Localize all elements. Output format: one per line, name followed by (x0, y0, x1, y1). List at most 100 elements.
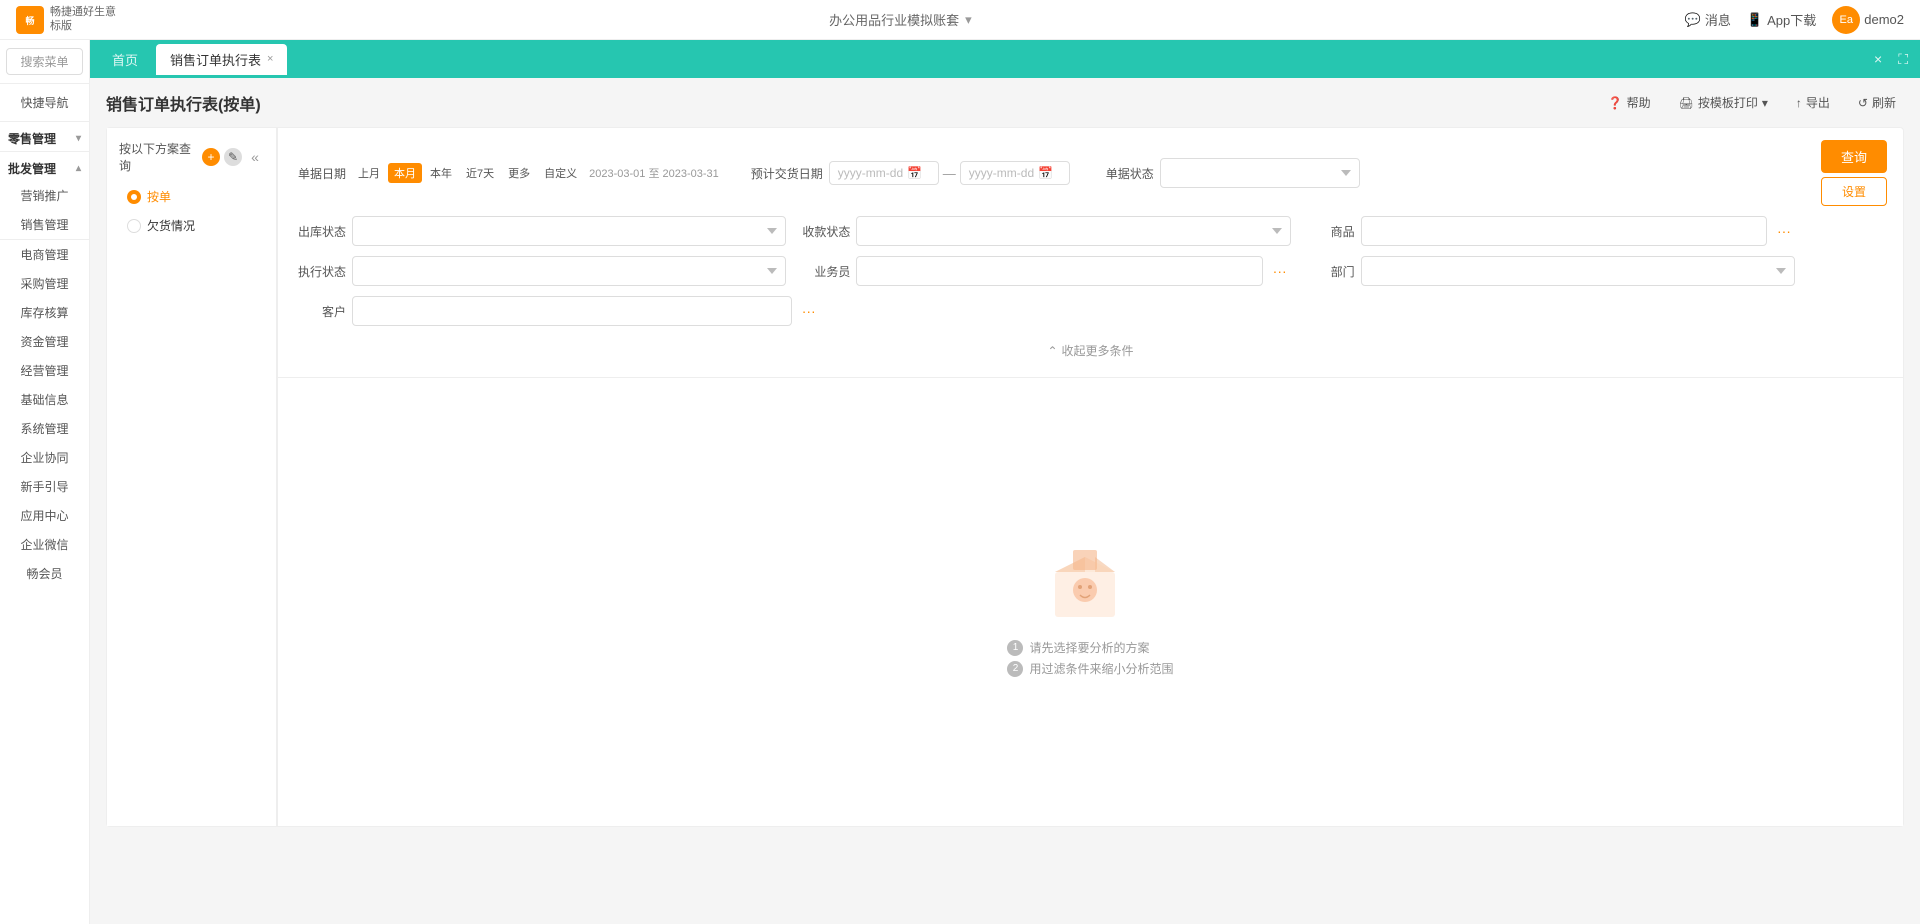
filter-row-2: 出库状态 收款状态 (294, 216, 1887, 246)
sidebar-item-purchase[interactable]: 采购管理 (0, 269, 89, 298)
collapse-more-btn[interactable]: ⌃ 收起更多条件 (294, 336, 1887, 365)
search-menu-btn[interactable]: 搜索菜单 (6, 48, 83, 75)
sidebar-item-finance[interactable]: 资金管理 (0, 327, 89, 356)
goods-label: 商品 (1303, 223, 1355, 240)
sidebar-item-system[interactable]: 系统管理 (0, 414, 89, 443)
customer-input[interactable] (352, 296, 792, 326)
message-btn[interactable]: 💬 消息 (1685, 10, 1731, 29)
sidebar-item-sales[interactable]: 销售管理 (0, 210, 89, 239)
help-btn[interactable]: ❓ 帮助 (1600, 90, 1659, 115)
scheme-item-按单[interactable]: 按单 (107, 182, 276, 211)
date-tab-7days[interactable]: 近7天 (460, 163, 500, 183)
salesperson-input[interactable] (856, 256, 1262, 286)
inactive-dot (127, 219, 141, 233)
header-title: 办公用品行业模拟账套 (829, 10, 959, 29)
date-tab-this-year[interactable]: 本年 (424, 163, 458, 183)
dept-select[interactable] (1361, 256, 1795, 286)
sidebar-item-ecommerce[interactable]: 电商管理 (0, 240, 89, 269)
customer-dots-btn[interactable]: ··· (798, 303, 820, 319)
tab-home[interactable]: 首页 (98, 44, 152, 75)
collapse-icon: ⌃ (1047, 344, 1057, 358)
header-left: 畅 畅捷通好生意 标版 (16, 6, 116, 34)
right-panel: 首页 销售订单执行表 × × ⛶ 销售订单执行表(按单) ❓ (90, 40, 1920, 924)
settings-btn[interactable]: 设置 (1821, 177, 1887, 206)
window-maximize-btn[interactable]: ⛶ (1894, 47, 1912, 72)
date-tab-more[interactable]: 更多 (502, 163, 536, 183)
tab-close-btn[interactable]: × (267, 53, 273, 65)
wholesale-section-header[interactable]: 批发管理 ▴ (0, 152, 89, 181)
print-icon: 🖨 (1679, 96, 1694, 110)
date-tab-custom[interactable]: 自定义 (538, 163, 583, 183)
export-btn[interactable]: ↑ 导出 (1788, 90, 1838, 115)
action-buttons: 查询 设置 (1821, 140, 1887, 206)
avatar: Ea (1832, 6, 1860, 34)
tab-bar: 首页 销售订单执行表 × × ⛶ (90, 40, 1920, 78)
app-download-btn[interactable]: 📱 App下载 (1747, 10, 1816, 29)
window-close-btn[interactable]: × (1870, 47, 1886, 71)
empty-icon-area (1030, 527, 1150, 627)
empty-state: 1 请先选择要分析的方案 2 用过滤条件来缩小分析范围 (1007, 527, 1173, 677)
export-icon: ↑ (1796, 96, 1802, 110)
empty-step-2: 2 用过滤条件来缩小分析范围 (1007, 660, 1173, 677)
query-btn[interactable]: 查询 (1821, 140, 1887, 173)
sidebar-item-operations[interactable]: 经营管理 (0, 356, 89, 385)
sidebar-search-area: 搜索菜单 (0, 40, 89, 84)
filter-row-3: 执行状态 业务员 ··· (294, 256, 1887, 286)
sidebar-item-enterprise[interactable]: 企业协同 (0, 443, 89, 472)
collection-select[interactable] (856, 216, 1290, 246)
header-title-arrow[interactable]: ▾ (965, 12, 972, 28)
sidebar-item-apps[interactable]: 应用中心 (0, 501, 89, 530)
single-status-select[interactable] (1160, 158, 1360, 188)
expected-delivery-label: 预计交货日期 (751, 165, 823, 182)
exec-status-group: 执行状态 (294, 256, 786, 286)
logo-area: 畅 畅捷通好生意 标版 (16, 6, 116, 34)
wholesale-section: 批发管理 ▴ 营销推广 销售管理 (0, 152, 89, 240)
retail-section-header[interactable]: 零售管理 ▾ (0, 122, 89, 151)
sidebar-item-marketing[interactable]: 营销推广 (0, 181, 89, 210)
sidebar-item-inventory[interactable]: 库存核算 (0, 298, 89, 327)
sidebar-item-wechat[interactable]: 企业微信 (0, 530, 89, 559)
out-stock-label: 出库状态 (294, 223, 346, 240)
goods-input[interactable] (1361, 216, 1767, 246)
expected-delivery-group: 预计交货日期 yyyy-mm-dd 📅 — yyyy-mm-d (751, 161, 1070, 185)
filter-panel-action-btns: + ✎ « (202, 148, 264, 166)
page-actions: ❓ 帮助 🖨 按模板打印 ▾ ↑ 导出 ↺ (1600, 90, 1904, 115)
single-date-label: 单据日期 (294, 165, 346, 182)
end-date-input[interactable]: yyyy-mm-dd 📅 (960, 161, 1070, 185)
quick-nav-item[interactable]: 快捷导航 (0, 88, 89, 117)
end-date-placeholder: yyyy-mm-dd (969, 166, 1034, 180)
date-range-text: 2023-03-01 至 2023-03-31 (589, 165, 719, 181)
edit-icon: ✎ (228, 150, 238, 164)
print-btn[interactable]: 🖨 按模板打印 ▾ (1671, 90, 1776, 115)
sidebar-item-basic[interactable]: 基础信息 (0, 385, 89, 414)
start-date-placeholder: yyyy-mm-dd (838, 166, 903, 180)
date-tab-last-month[interactable]: 上月 (352, 163, 386, 183)
active-dot (127, 190, 141, 204)
left-filter-panel: 按以下方案查询 + ✎ « (107, 128, 277, 826)
tab-sales-exec[interactable]: 销售订单执行表 × (156, 44, 287, 75)
page-title: 销售订单执行表(按单) (106, 91, 261, 115)
refresh-btn[interactable]: ↺ 刷新 (1850, 90, 1904, 115)
start-date-input[interactable]: yyyy-mm-dd 📅 (829, 161, 939, 185)
filter-bar: 单据日期 上月 本月 本年 近7天 更多 自定义 (278, 128, 1903, 378)
out-stock-select[interactable] (352, 216, 786, 246)
add-scheme-btn[interactable]: + (202, 148, 220, 166)
page-content: 销售订单执行表(按单) ❓ 帮助 🖨 按模板打印 ▾ ↑ (90, 78, 1920, 924)
user-menu[interactable]: Ea demo2 (1832, 6, 1904, 34)
scheme-item-欠货情况[interactable]: 欠货情况 (107, 211, 276, 240)
salesperson-label: 业务员 (798, 263, 850, 280)
collapse-panel-btn[interactable]: « (246, 148, 264, 166)
header-center: 办公用品行业模拟账套 ▾ (829, 10, 972, 29)
salesperson-dots-btn[interactable]: ··· (1269, 263, 1291, 279)
sidebar-item-newbie[interactable]: 新手引导 (0, 472, 89, 501)
date-tabs: 上月 本月 本年 近7天 更多 自定义 (352, 163, 583, 183)
date-tab-this-month[interactable]: 本月 (388, 163, 422, 183)
single-status-group: 单据状态 (1102, 158, 1360, 188)
edit-scheme-btn[interactable]: ✎ (224, 148, 242, 166)
sidebar-item-member[interactable]: 畅会员 (0, 559, 89, 588)
exec-status-select[interactable] (352, 256, 786, 286)
goods-dots-btn[interactable]: ··· (1773, 223, 1795, 239)
help-icon: ❓ (1608, 96, 1623, 110)
tab-bar-actions: × ⛶ (1870, 47, 1912, 72)
single-status-select-wrap (1160, 158, 1360, 188)
